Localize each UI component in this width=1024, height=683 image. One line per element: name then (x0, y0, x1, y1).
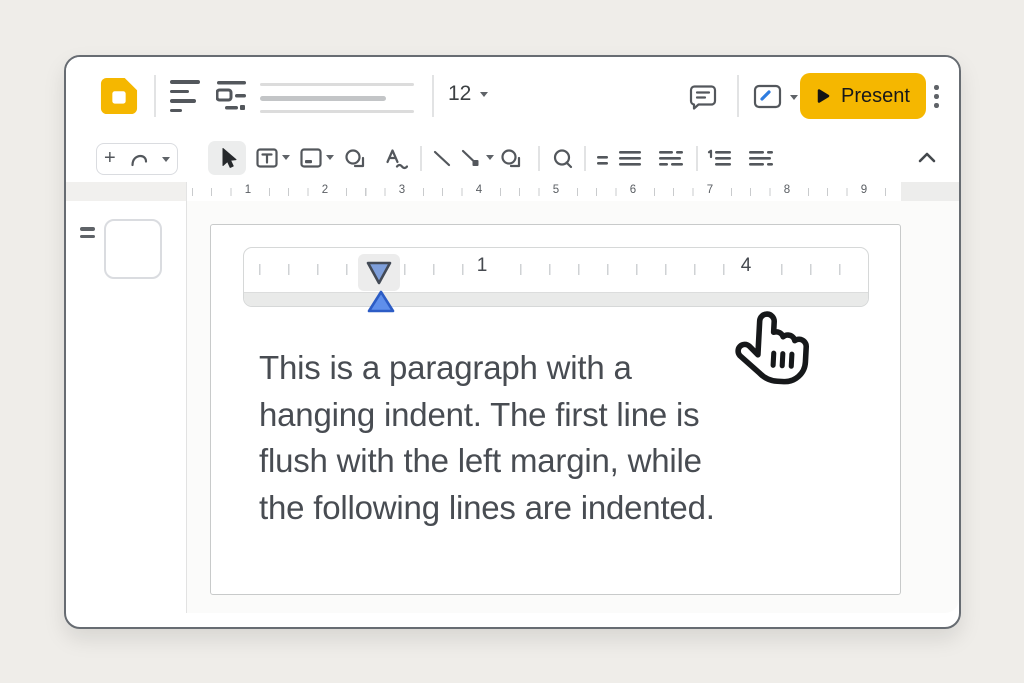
document-ruler: 1 4 (243, 247, 869, 307)
slide-thumbnail[interactable] (104, 219, 162, 279)
ruler-tail (901, 182, 959, 201)
main-ruler: 1 2 3 4 5 6 7 8 9 (66, 182, 959, 202)
align-left-icon[interactable] (170, 80, 200, 112)
chevron-down-icon[interactable] (161, 156, 170, 162)
edit-toolbar: + (66, 135, 959, 183)
ruler-number: 9 (856, 184, 872, 196)
slide-filmstrip (66, 201, 187, 613)
present-label: Present (841, 84, 910, 107)
left-indent-marker[interactable] (366, 289, 396, 320)
collapse-toolbar-button[interactable] (916, 150, 938, 169)
undo-icon[interactable] (130, 152, 148, 167)
more-options-icon[interactable] (934, 85, 939, 108)
indent-options-icon[interactable] (215, 80, 248, 114)
divider (538, 146, 540, 171)
theme-shape-tool[interactable] (552, 148, 576, 175)
ruler-number: 4 (471, 184, 487, 196)
divider (584, 146, 586, 171)
chevron-down-icon (790, 94, 798, 100)
line-tool[interactable] (432, 149, 452, 173)
paragraph-text[interactable]: This is a paragraph with a hanging inden… (259, 345, 715, 531)
hand-cursor-icon (725, 305, 816, 406)
comment-icon[interactable] (688, 83, 718, 117)
divider (737, 75, 739, 117)
doc-ruler-number: 1 (470, 255, 494, 277)
chevron-down-icon[interactable] (282, 155, 290, 160)
drag-handle-icon[interactable] (80, 227, 95, 238)
zoom-tool-group[interactable]: + (96, 143, 178, 175)
present-button[interactable]: Present (800, 73, 926, 119)
document-ruler-ticks (259, 264, 859, 275)
line-spacing-icon[interactable] (596, 153, 610, 171)
curve-tool[interactable] (500, 148, 524, 174)
ruler-number: 8 (779, 184, 795, 196)
connector-tool[interactable] (460, 148, 482, 174)
play-icon (817, 89, 830, 103)
ruler-number: 2 (317, 184, 333, 196)
ruler-number: 1 (240, 184, 256, 196)
paragraph-line: flush with the left margin, while (259, 442, 702, 479)
doc-ruler-number: 4 (734, 255, 758, 277)
slides-logo-icon[interactable] (100, 77, 138, 115)
ruler-number: 6 (625, 184, 641, 196)
divider (432, 75, 434, 117)
slide-page[interactable]: 1 4 This is a paragraph with a hanging i… (210, 224, 901, 595)
ruler-number: 3 (394, 184, 410, 196)
chevron-down-icon[interactable] (486, 155, 494, 160)
font-size-value: 12 (448, 82, 472, 105)
top-app-bar: 12 Present (66, 57, 959, 136)
paragraph-line: hanging indent. The first line is (259, 395, 700, 433)
add-icon[interactable]: + (104, 148, 116, 168)
chevron-down-icon[interactable] (326, 155, 334, 160)
ruler-number: 5 (548, 184, 564, 196)
numbered-list-icon[interactable] (706, 149, 732, 172)
word-art-tool[interactable] (384, 148, 409, 175)
slideshow-icon (753, 84, 782, 109)
ruler-corner (66, 182, 187, 201)
ruler-number: 7 (702, 184, 718, 196)
app-window: 12 Present + 1 2 3 4 5 6 7 8 9 1 4 This … (64, 55, 961, 629)
font-size-selector[interactable]: 12 (448, 82, 489, 106)
select-tool-active[interactable] (208, 141, 246, 175)
first-line-indent-marker[interactable] (364, 259, 394, 292)
justify-text-icon[interactable] (658, 150, 684, 172)
chevron-up-icon (918, 152, 936, 163)
shape-tool[interactable] (344, 148, 368, 174)
menu-skeleton-line (260, 96, 386, 101)
select-cursor-icon (222, 148, 236, 168)
divider (154, 75, 156, 117)
menu-skeleton-line (260, 110, 414, 113)
menu-skeleton-line (260, 83, 414, 86)
divider (420, 146, 422, 171)
align-text-icon[interactable] (618, 150, 642, 172)
ruler-indent-strip (244, 292, 868, 306)
bulleted-list-icon[interactable] (748, 150, 774, 172)
paragraph-line: the following lines are indented. (259, 488, 715, 526)
slideshow-mode-selector[interactable] (753, 84, 798, 110)
image-tool[interactable] (300, 148, 322, 173)
paragraph-line: This is a paragraph with a (259, 349, 632, 386)
chevron-down-icon (480, 91, 489, 97)
text-box-tool[interactable] (256, 148, 278, 173)
divider (696, 146, 698, 171)
